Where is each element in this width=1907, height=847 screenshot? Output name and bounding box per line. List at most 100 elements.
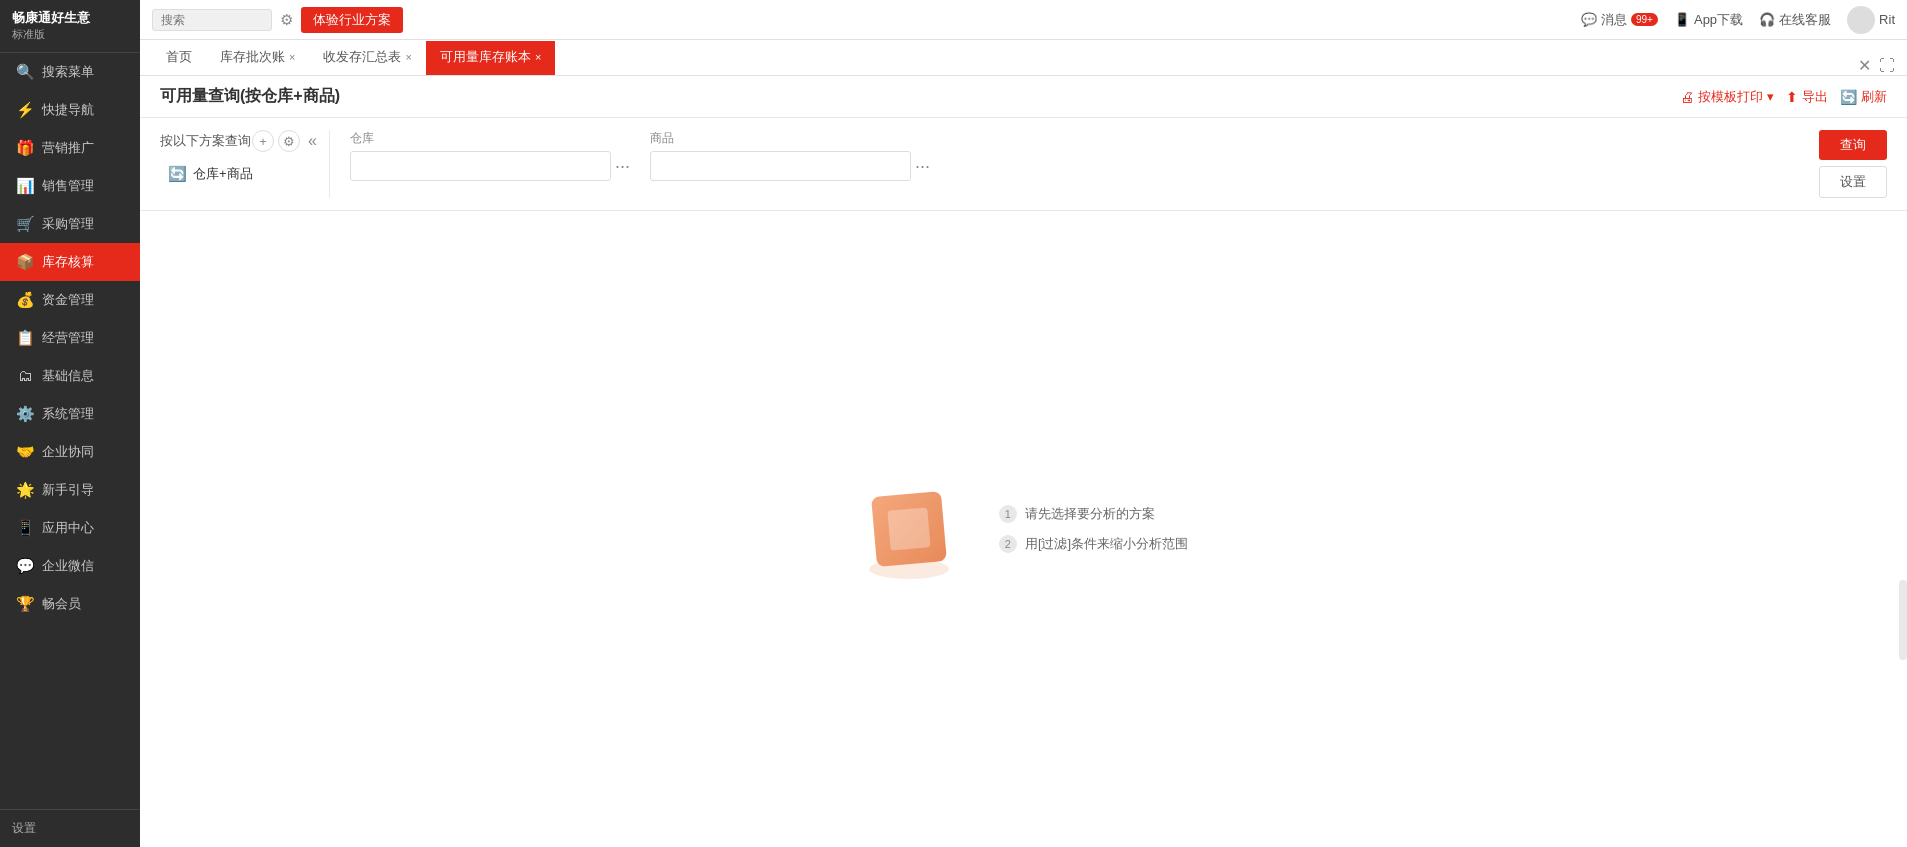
user-area[interactable]: Rit — [1847, 6, 1895, 34]
goods-more-btn[interactable]: ··· — [915, 156, 930, 177]
goods-input-row: ··· — [650, 151, 930, 181]
sidebar-icon-app-center: 📱 — [16, 519, 34, 537]
tab-close-all-btn[interactable]: ✕ — [1858, 56, 1871, 75]
sidebar-icon-marketing-promo: 🎁 — [16, 139, 34, 157]
filter-actions: 查询 设置 — [1819, 130, 1887, 198]
query-panel: 按以下方案查询 + ⚙ « 🔄 仓库+商品 仓库 — [140, 118, 1907, 211]
tab-batch-ledger[interactable]: 库存批次账 × — [206, 41, 309, 75]
sidebar-item-enterprise-wechat[interactable]: 💬企业微信 — [0, 547, 140, 585]
sidebar-icon-enterprise-coop: 🤝 — [16, 443, 34, 461]
sidebar-footer-label: 设置 — [12, 821, 36, 835]
scheme-add-btn[interactable]: + — [252, 130, 274, 152]
sidebar-item-ops-mgmt[interactable]: 📋经营管理 — [0, 319, 140, 357]
industry-btn[interactable]: 体验行业方案 — [301, 7, 403, 33]
sidebar-label-shortcut: 快捷导航 — [42, 101, 94, 119]
goods-field: 商品 ··· — [650, 130, 930, 181]
warehouse-more-btn[interactable]: ··· — [615, 156, 630, 177]
sidebar-icon-basic-info: 🗂 — [16, 367, 34, 384]
sidebar-item-sales-mgmt[interactable]: 📊 销售管理 — [0, 167, 140, 205]
sidebar-item-purchase-mgmt[interactable]: 🛒采购管理 — [0, 205, 140, 243]
sidebar-label-new-guide: 新手引导 — [42, 481, 94, 499]
print-btn[interactable]: 🖨 按模板打印 ▾ — [1680, 88, 1774, 106]
sidebar-brand-name: 畅康通好生意 — [12, 10, 128, 27]
tab-close-available-ledger[interactable]: × — [535, 51, 541, 63]
sidebar-icon-shortcut: ⚡ — [16, 101, 34, 119]
refresh-label: 刷新 — [1861, 88, 1887, 106]
tab-receive-summary[interactable]: 收发存汇总表 × — [309, 41, 425, 75]
sidebar-item-basic-info[interactable]: 🗂 基础信息 — [0, 357, 140, 395]
scheme-settings-btn[interactable]: ⚙ — [278, 130, 300, 152]
tab-available-ledger[interactable]: 可用量库存账本 × — [426, 41, 555, 75]
sidebar-item-enterprise-coop[interactable]: 🤝 企业协同 — [0, 433, 140, 471]
export-btn[interactable]: ⬆ 导出 — [1786, 88, 1828, 106]
scheme-panel: 按以下方案查询 + ⚙ « 🔄 仓库+商品 — [160, 130, 330, 198]
sidebar-scroll: 🔍搜索菜单 ⚡ 快捷导航 🎁营销推广 📊 销售管理 🛒采购管理📦库存核算💰资金管理📋经营管理… — [0, 53, 140, 809]
gear-icon[interactable]: ⚙ — [280, 11, 293, 29]
goods-label: 商品 — [650, 130, 930, 147]
query-btn[interactable]: 查询 — [1819, 130, 1887, 160]
sidebar-icon-new-guide: 🌟 — [16, 481, 34, 499]
sidebar-item-new-guide[interactable]: 🌟 新手引导 — [0, 471, 140, 509]
empty-box — [871, 491, 947, 567]
sidebar-icon-sales-mgmt: 📊 — [16, 177, 34, 195]
warehouse-input-row: ··· — [350, 151, 630, 181]
tabs-bar: 首页库存批次账 × 收发存汇总表 × 可用量库存账本 × ✕ ⛶ — [140, 40, 1907, 76]
sidebar-label-enterprise-wechat: 企业微信 — [42, 557, 94, 575]
sidebar-item-app-center[interactable]: 📱应用中心 — [0, 509, 140, 547]
sidebar-item-system-mgmt[interactable]: ⚙️系统管理 — [0, 395, 140, 433]
right-scrollbar[interactable] — [1899, 580, 1907, 660]
sidebar: 畅康通好生意 标准版 🔍搜索菜单 ⚡ 快捷导航 🎁营销推广 📊 销售管理 🛒采购管理📦库存核… — [0, 0, 140, 847]
empty-tip-1: 1 请先选择要分析的方案 — [999, 505, 1188, 523]
service-icon: 🎧 — [1759, 12, 1775, 27]
settings-action-btn[interactable]: 设置 — [1819, 166, 1887, 198]
tab-expand-btn[interactable]: ⛶ — [1879, 57, 1895, 75]
avatar — [1847, 6, 1875, 34]
tab-label-available-ledger: 可用量库存账本 — [440, 48, 531, 66]
tab-close-receive-summary[interactable]: × — [405, 51, 411, 63]
tab-label-batch-ledger: 库存批次账 — [220, 48, 285, 66]
scheme-item-warehouse-goods[interactable]: 🔄 仓库+商品 — [160, 160, 317, 188]
sidebar-label-sales-mgmt: 销售管理 — [42, 177, 94, 195]
topbar: ⚙ 体验行业方案 💬 消息 99+ 📱 App下载 🎧 在线客服 Rit — [140, 0, 1907, 40]
sidebar-item-inventory-calc[interactable]: 📦库存核算 — [0, 243, 140, 281]
scheme-panel-label: 按以下方案查询 — [160, 132, 251, 150]
sidebar-icon-ops-mgmt: 📋 — [16, 329, 34, 347]
page-content: 可用量查询(按仓库+商品) 🖨 按模板打印 ▾ ⬆ 导出 🔄 刷新 — [140, 76, 1907, 847]
filter-fields: 仓库 ··· 商品 ··· — [330, 130, 1819, 198]
print-label: 按模板打印 — [1698, 88, 1763, 106]
refresh-btn[interactable]: 🔄 刷新 — [1840, 88, 1887, 106]
message-btn[interactable]: 💬 消息 99+ — [1581, 11, 1658, 29]
app-icon: 📱 — [1674, 12, 1690, 27]
tab-home[interactable]: 首页 — [152, 41, 206, 75]
main-area: ⚙ 体验行业方案 💬 消息 99+ 📱 App下载 🎧 在线客服 Rit — [140, 0, 1907, 847]
scheme-collapse-btn[interactable]: « — [308, 132, 317, 150]
print-chevron-icon[interactable]: ▾ — [1767, 89, 1774, 104]
sidebar-footer[interactable]: 设置 — [0, 809, 140, 847]
app-download-btn[interactable]: 📱 App下载 — [1674, 11, 1743, 29]
sidebar-label-enterprise-coop: 企业协同 — [42, 443, 94, 461]
search-input[interactable] — [152, 9, 272, 31]
sidebar-brand-sub: 标准版 — [12, 27, 128, 42]
sidebar-icon-system-mgmt: ⚙️ — [16, 405, 34, 423]
sidebar-item-shortcut[interactable]: ⚡ 快捷导航 — [0, 91, 140, 129]
warehouse-input[interactable] — [350, 151, 611, 181]
sidebar-label-vip: 畅会员 — [42, 595, 81, 613]
export-label: 导出 — [1802, 88, 1828, 106]
sidebar-item-fund-mgmt[interactable]: 💰资金管理 — [0, 281, 140, 319]
sidebar-label-search: 搜索菜单 — [42, 63, 94, 81]
warehouse-field: 仓库 ··· — [350, 130, 630, 181]
export-icon: ⬆ — [1786, 89, 1798, 105]
goods-input[interactable] — [650, 151, 911, 181]
sidebar-icon-purchase-mgmt: 🛒 — [16, 215, 34, 233]
sidebar-item-search[interactable]: 🔍搜索菜单 — [0, 53, 140, 91]
refresh-icon: 🔄 — [1840, 89, 1857, 105]
sidebar-item-vip[interactable]: 🏆畅会员 — [0, 585, 140, 623]
sidebar-item-marketing-promo[interactable]: 🎁营销推广 — [0, 129, 140, 167]
sidebar-label-basic-info: 基础信息 — [42, 367, 94, 385]
tab-label-receive-summary: 收发存汇总表 — [323, 48, 401, 66]
tip-num-2: 2 — [999, 535, 1017, 553]
sidebar-header: 畅康通好生意 标准版 — [0, 0, 140, 53]
scheme-item-label: 仓库+商品 — [193, 165, 253, 183]
service-btn[interactable]: 🎧 在线客服 — [1759, 11, 1831, 29]
tab-close-batch-ledger[interactable]: × — [289, 51, 295, 63]
